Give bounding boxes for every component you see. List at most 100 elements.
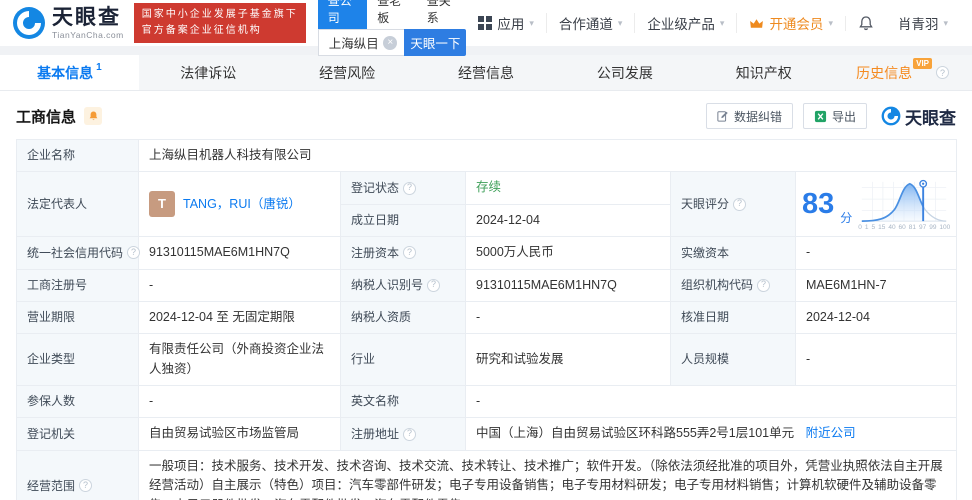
help-icon[interactable]: ? — [79, 479, 92, 492]
score-label: 天眼评分 — [681, 195, 729, 214]
reg-address-value: 中国（上海）自由贸易试验区环科路555弄2号1层101单元 — [476, 426, 794, 440]
notification-bell[interactable] — [845, 16, 886, 31]
tab-count-badge: 1 — [96, 62, 102, 73]
grid-icon — [478, 16, 492, 30]
business-info-table: 企业名称 上海纵目机器人科技有限公司 法定代表人 T TANG，RUI（唐锐） … — [16, 139, 957, 500]
tab-basic-info[interactable]: 基本信息 1 — [0, 55, 139, 90]
watermark-logo: 天眼查 — [881, 104, 956, 129]
reg-address-cell: 中国（上海）自由贸易试验区环科路555弄2号1层101单元 附近公司 — [466, 418, 957, 450]
page: 天眼查 TianYanCha.com 国家中小企业发展子基金旗下 官方备案企业征… — [0, 0, 972, 500]
table-row: 企业名称 上海纵目机器人科技有限公司 — [17, 140, 957, 172]
nearby-companies-link[interactable]: 附近公司 — [806, 426, 856, 440]
logo-swirl-icon — [12, 6, 46, 40]
reg-capital-label-cell: 注册资本 ? — [341, 237, 466, 269]
edit-icon — [717, 110, 729, 122]
help-icon[interactable]: ? — [936, 66, 949, 79]
tab-label: 经营风险 — [319, 63, 375, 83]
tab-operating-risk[interactable]: 经营风险 — [278, 55, 417, 90]
table-row: 统一社会信用代码 ? 91310115MAE6M1HN7Q 注册资本 ? 500… — [17, 237, 957, 269]
tab-label: 公司发展 — [597, 63, 653, 83]
section-title: 工商信息 — [16, 106, 76, 127]
tab-label: 基本信息 — [37, 63, 93, 83]
reg-status-label-cell: 登记状态 ? — [341, 172, 466, 204]
paid-capital-label: 实缴资本 — [671, 237, 796, 269]
search-tab-boss[interactable]: 查老板 — [367, 0, 417, 29]
org-code-label-cell: 组织机构代码 ? — [671, 269, 796, 301]
establish-date-label: 成立日期 — [341, 204, 466, 236]
search-tab-relation[interactable]: 查关系 — [417, 0, 467, 29]
nav-vip-label: 开通会员 — [769, 13, 823, 33]
tab-legal-proceedings[interactable]: 法律诉讼 — [139, 55, 278, 90]
legal-rep-avatar[interactable]: T — [149, 191, 175, 217]
tab-label: 历史信息 — [856, 63, 912, 83]
tianyancha-logo[interactable]: 天眼查 TianYanCha.com — [12, 6, 124, 40]
bell-curve-chart — [858, 178, 950, 224]
industry-value: 研究和试验发展 — [466, 334, 671, 386]
approval-date-label: 核准日期 — [671, 301, 796, 333]
help-icon[interactable]: ? — [403, 428, 416, 441]
chevron-down-icon: ▾ — [943, 18, 948, 29]
legal-rep-link[interactable]: TANG，RUI（唐锐） — [183, 195, 301, 214]
org-code-label: 组织机构代码 — [681, 276, 753, 295]
tab-business-info[interactable]: 经营信息 — [417, 55, 556, 90]
reg-number-label: 工商注册号 — [17, 269, 139, 301]
brand-name: 天眼查 — [52, 7, 124, 28]
score-cell: 83 分 — [796, 172, 957, 237]
chevron-down-icon: ▾ — [529, 18, 534, 29]
taxpayer-quality-value: - — [466, 301, 671, 333]
vip-badge: VIP — [913, 58, 932, 69]
reg-capital-value: 5000万人民币 — [466, 237, 671, 269]
data-correction-button[interactable]: 数据纠错 — [706, 103, 793, 129]
business-scope-label-cell: 经营范围 ? — [17, 450, 139, 500]
certification-badge: 国家中小企业发展子基金旗下 官方备案企业征信机构 — [134, 3, 306, 43]
paid-capital-value: - — [796, 237, 957, 269]
chevron-down-icon: ▾ — [618, 18, 623, 29]
business-info-section: 工商信息 数据纠错 — [0, 91, 972, 500]
credit-code-label: 统一社会信用代码 — [27, 244, 123, 263]
chevron-down-icon: ▾ — [828, 18, 833, 29]
chevron-down-icon: ▾ — [720, 18, 725, 29]
reg-status-label: 登记状态 — [351, 179, 399, 198]
search-tab-company[interactable]: 查公司 — [318, 0, 368, 29]
tab-intellectual-property[interactable]: 知识产权 — [694, 55, 833, 90]
help-icon[interactable]: ? — [403, 182, 416, 195]
subscribe-bell-badge[interactable] — [84, 107, 102, 125]
export-button[interactable]: 导出 — [803, 103, 867, 129]
company-name-value: 上海纵目机器人科技有限公司 — [139, 140, 957, 172]
tab-label: 知识产权 — [736, 63, 792, 83]
search-button[interactable]: 天眼一下 — [404, 29, 466, 56]
table-row: 企业类型 有限责任公司（外商投资企业法人独资） 行业 研究和试验发展 人员规模 … — [17, 334, 957, 386]
clear-icon[interactable]: × — [383, 36, 397, 50]
search-block: 查公司 查老板 查关系 × 天眼一下 — [318, 0, 467, 56]
table-row: 工商注册号 - 纳税人识别号 ? 91310115MAE6M1HN7Q 组织机构… — [17, 269, 957, 301]
help-icon[interactable]: ? — [427, 279, 440, 292]
data-correction-label: 数据纠错 — [734, 108, 782, 125]
help-icon[interactable]: ? — [403, 246, 416, 259]
business-scope-value: 一般项目：技术服务、技术开发、技术咨询、技术交流、技术转让、技术推广；软件开发。… — [139, 450, 957, 500]
tab-history-info[interactable]: 历史信息 VIP ? — [833, 55, 972, 90]
logo-swirl-icon — [881, 106, 901, 126]
brand-domain: TianYanCha.com — [52, 30, 124, 40]
watermark-text: 天眼查 — [905, 104, 956, 129]
crown-icon — [749, 17, 764, 29]
section-tabbar: 基本信息 1 法律诉讼 经营风险 经营信息 公司发展 知识产权 历史信息 VIP… — [0, 55, 972, 91]
company-type-label: 企业类型 — [17, 334, 139, 386]
score-label-cell: 天眼评分 ? — [671, 172, 796, 237]
nav-user[interactable]: 肖青羽 ▾ — [886, 13, 960, 33]
nav-enterprise[interactable]: 企业级产品 ▾ — [634, 13, 736, 33]
help-icon[interactable]: ? — [757, 279, 770, 292]
nav-partner[interactable]: 合作通道 ▾ — [546, 13, 635, 33]
credit-code-label-cell: 统一社会信用代码 ? — [17, 237, 139, 269]
nav-apps[interactable]: 应用 ▾ — [466, 13, 546, 33]
nav-vip[interactable]: 开通会员 ▾ — [736, 13, 845, 33]
taxpayer-quality-label: 纳税人资质 — [341, 301, 466, 333]
help-icon[interactable]: ? — [733, 198, 746, 211]
certification-line2: 官方备案企业征信机构 — [142, 23, 298, 39]
establish-date-value: 2024-12-04 — [466, 204, 671, 236]
tab-company-development[interactable]: 公司发展 — [555, 55, 694, 90]
export-label: 导出 — [832, 108, 856, 125]
reg-capital-label: 注册资本 — [351, 244, 399, 263]
industry-label: 行业 — [341, 334, 466, 386]
table-row: 登记机关 自由贸易试验区市场监管局 注册地址 ? 中国（上海）自由贸易试验区环科… — [17, 418, 957, 450]
nav-apps-label: 应用 — [497, 13, 524, 33]
